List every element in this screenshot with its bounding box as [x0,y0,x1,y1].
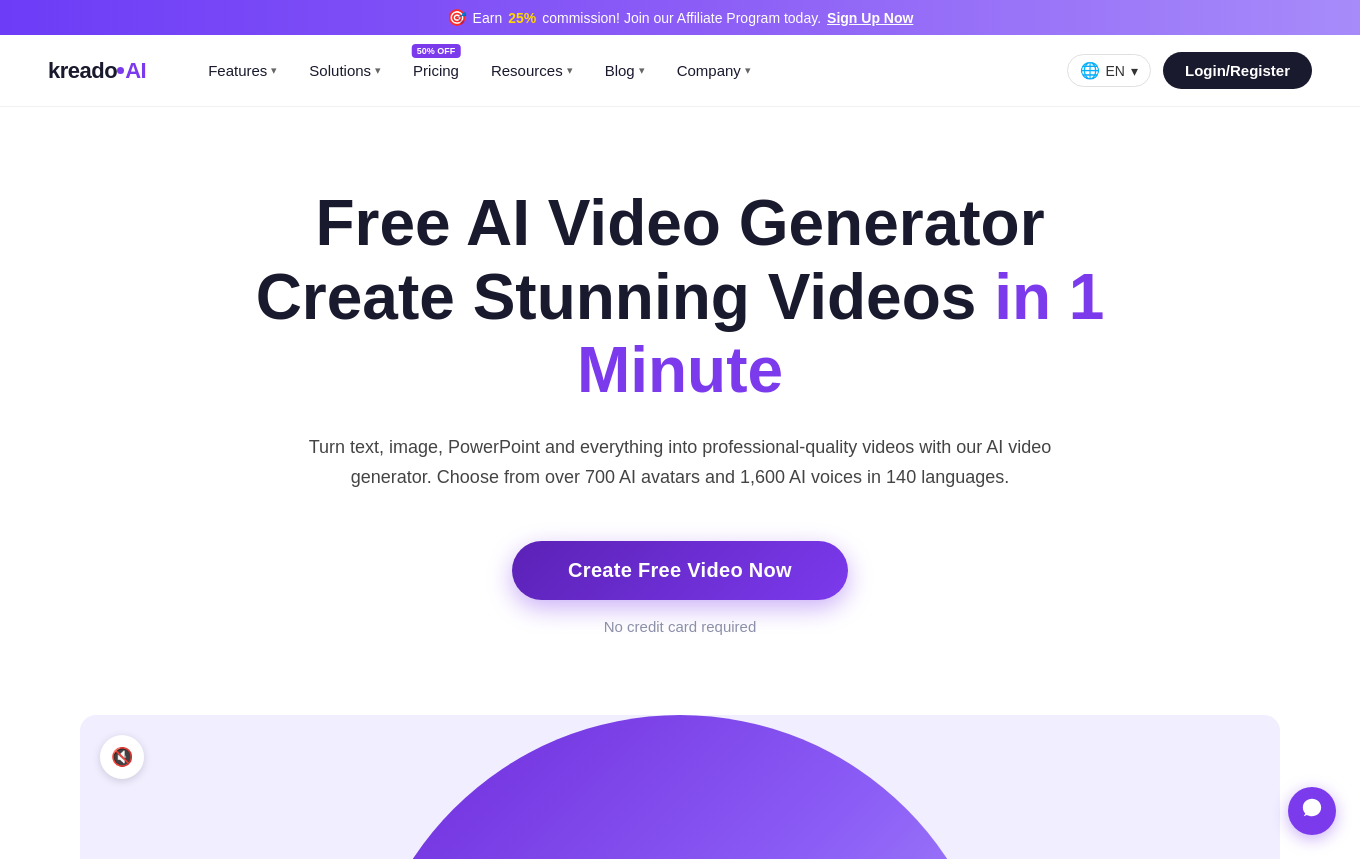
nav-item-blog[interactable]: Blog ▾ [591,54,659,87]
no-credit-card-text: No credit card required [170,618,1190,635]
mute-icon: 🔇 [111,746,133,768]
nav-resources-label: Resources [491,62,563,79]
chevron-down-icon: ▾ [271,64,277,77]
nav-item-pricing[interactable]: 50% OFF Pricing [399,54,473,87]
nav-right: 🌐 EN ▾ Login/Register [1067,52,1312,89]
nav-links: Features ▾ Solutions ▾ 50% OFF Pricing R… [194,54,1066,87]
video-preview-area: 🔇 [80,715,1280,859]
hero-section: Free AI Video Generator Create Stunning … [130,107,1230,675]
hero-line2-start: Create Stunning Videos [256,261,977,333]
chevron-down-icon: ▾ [745,64,751,77]
lang-label: EN [1106,63,1125,79]
logo[interactable]: kreadoAI [48,58,146,84]
login-register-button[interactable]: Login/Register [1163,52,1312,89]
create-free-video-button[interactable]: Create Free Video Now [512,541,848,600]
chat-icon [1301,797,1323,825]
navbar: kreadoAI Features ▾ Solutions ▾ 50% OFF … [0,35,1360,107]
globe-icon: 🌐 [1080,61,1100,80]
mute-button[interactable]: 🔇 [100,735,144,779]
nav-item-resources[interactable]: Resources ▾ [477,54,587,87]
chat-bubble-button[interactable] [1288,787,1336,835]
banner-text-suffix: commission! Join our Affiliate Program t… [542,10,821,26]
top-banner: 🎯 Earn 25% commission! Join our Affiliat… [0,0,1360,35]
nav-item-solutions[interactable]: Solutions ▾ [295,54,395,87]
chevron-down-icon: ▾ [567,64,573,77]
nav-blog-label: Blog [605,62,635,79]
hero-line1: Free AI Video Generator [315,187,1044,259]
chevron-down-icon: ▾ [1131,63,1138,79]
logo-text: kreadoAI [48,58,146,84]
banner-highlight: 25% [508,10,536,26]
hero-description: Turn text, image, PowerPoint and everyth… [300,432,1060,493]
nav-company-label: Company [677,62,741,79]
banner-icon: 🎯 [447,8,467,27]
nav-item-features[interactable]: Features ▾ [194,54,291,87]
chevron-down-icon: ▾ [639,64,645,77]
nav-solutions-label: Solutions [309,62,371,79]
nav-item-company[interactable]: Company ▾ [663,54,765,87]
chevron-down-icon: ▾ [375,64,381,77]
hero-heading: Free AI Video Generator Create Stunning … [170,187,1190,408]
video-arch-decoration [360,715,1000,859]
logo-dot [117,67,124,74]
banner-text-prefix: Earn [473,10,503,26]
nav-features-label: Features [208,62,267,79]
language-selector[interactable]: 🌐 EN ▾ [1067,54,1151,87]
nav-pricing-label: Pricing [413,62,459,79]
banner-signup-link[interactable]: Sign Up Now [827,10,913,26]
pricing-badge: 50% OFF [412,44,461,58]
